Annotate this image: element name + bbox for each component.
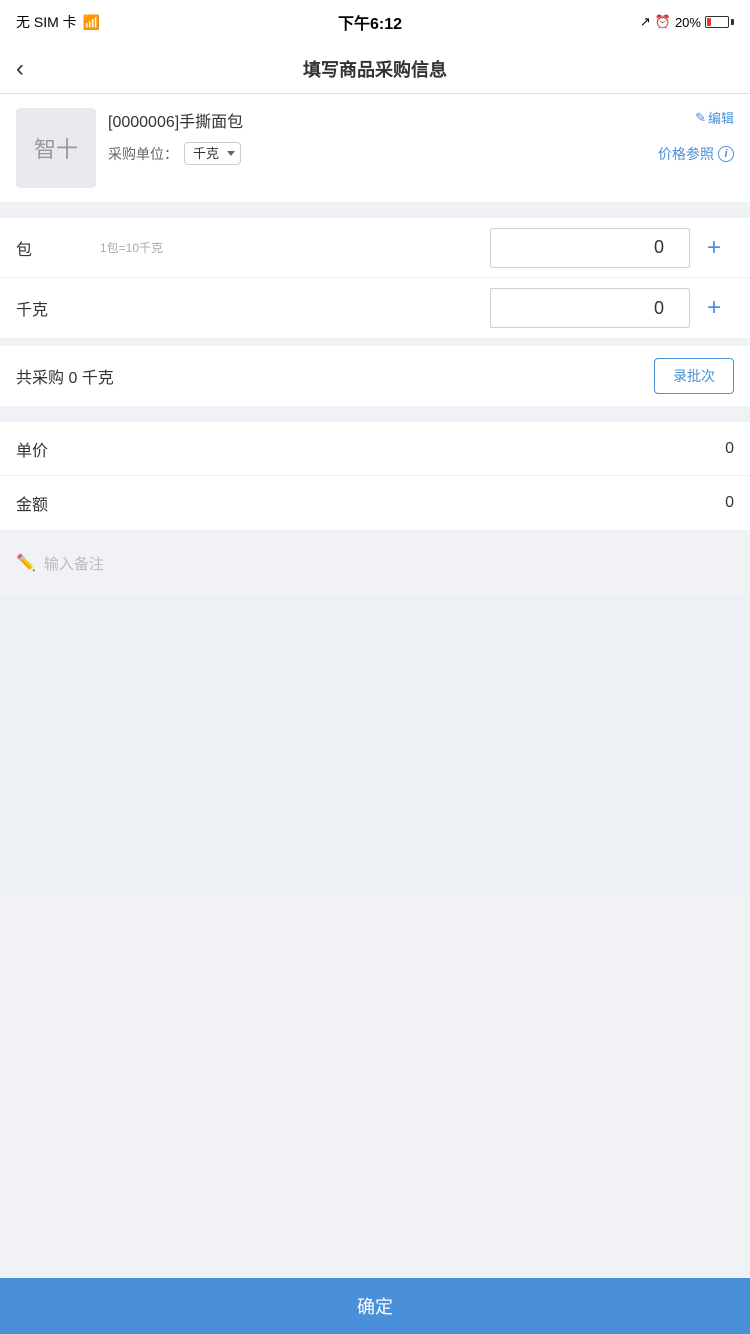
bag-plus-button[interactable]: + [694,228,734,268]
edit-link[interactable]: ✎ 编辑 [695,108,734,127]
price-ref-help-icon: i [718,146,734,162]
remark-section[interactable]: ✏️ 输入备注 [0,538,750,588]
unit-price-row: 单价 0 [0,422,750,476]
amount-label: 金额 [16,491,48,515]
unit-select[interactable]: 千克 [184,142,241,165]
kg-input-row: 千克 + [0,278,750,338]
pencil-icon: ✏️ [16,553,36,573]
location-icon: ↗ [640,14,651,30]
status-left: 无 SIM 卡 📶 [16,12,100,32]
summary-section: 共采购 0 千克 录批次 [0,346,750,406]
bag-label: 包 [16,236,96,260]
product-card: 智十 [0000006]手撕面包 ✎ 编辑 采购单位： 千克 价格参照 i [0,94,750,202]
battery-percent: 20% [675,15,701,30]
amount-row: 金额 0 [0,476,750,530]
remark-placeholder: 输入备注 [44,553,104,574]
status-right: ↗ ⏰ 20% [640,14,734,30]
edit-icon: ✎ [695,110,706,126]
section-divider-2 [0,414,750,422]
kg-label: 千克 [16,296,96,320]
nav-bar: ‹ 填写商品采购信息 [0,44,750,94]
price-ref-link[interactable]: 价格参照 i [658,144,734,164]
input-section: 包 1包=10千克 + 千克 + [0,218,750,338]
batch-button[interactable]: 录批次 [654,358,734,394]
section-divider-1 [0,210,750,218]
product-thumbnail: 智十 [16,108,96,188]
unit-price-label: 单价 [16,437,48,461]
summary-text: 共采购 0 千克 [16,364,114,388]
kg-quantity-input[interactable] [490,288,690,328]
unit-selector-group: 采购单位： 千克 [108,142,241,165]
unit-label: 采购单位： [108,144,178,164]
unit-price-value: 0 [725,440,734,458]
alarm-icon: ⏰ [655,14,671,30]
confirm-button[interactable]: 确定 [0,1278,750,1334]
bag-input-row: 包 1包=10千克 + [0,218,750,278]
wifi-icon: 📶 [83,14,100,31]
product-name: [0000006]手撕面包 [108,108,243,132]
bag-sublabel: 1包=10千克 [100,239,163,256]
content-area [0,596,750,896]
battery-icon [705,16,734,28]
kg-plus-button[interactable]: + [694,288,734,328]
confirm-button-label: 确定 [357,1293,393,1319]
status-bar: 无 SIM 卡 📶 下午6:12 ↗ ⏰ 20% [0,0,750,44]
product-info: [0000006]手撕面包 ✎ 编辑 采购单位： 千克 价格参照 i [108,108,734,165]
product-name-row: [0000006]手撕面包 ✎ 编辑 [108,108,734,132]
status-time: 下午6:12 [338,10,402,34]
price-info-section: 单价 0 金额 0 [0,422,750,530]
back-button[interactable]: ‹ [16,55,24,83]
page-title: 填写商品采购信息 [303,56,447,82]
summary-row: 共采购 0 千克 录批次 [0,346,750,406]
product-unit-row: 采购单位： 千克 价格参照 i [108,142,734,165]
amount-value: 0 [725,494,734,512]
carrier-text: 无 SIM 卡 [16,12,77,32]
bag-quantity-input[interactable] [490,228,690,268]
